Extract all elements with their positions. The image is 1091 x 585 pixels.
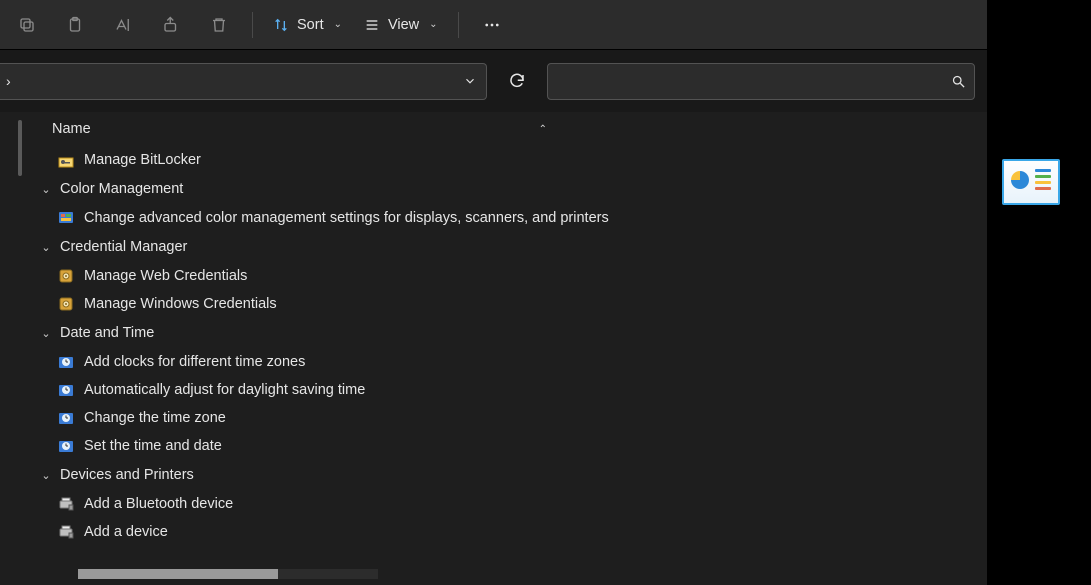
- list-item[interactable]: Manage Windows Credentials: [38, 290, 987, 318]
- delete-button: [196, 5, 242, 45]
- chevron-down-icon: ⌄: [38, 183, 54, 196]
- ellipsis-icon: [483, 16, 501, 34]
- chevron-down-icon: [463, 74, 477, 88]
- search-icon[interactable]: [951, 74, 966, 89]
- sort-indicator-asc-icon: ⌃: [539, 124, 547, 135]
- rename-button: [100, 5, 146, 45]
- vault-icon: [58, 296, 74, 312]
- toolbar-separator: [458, 12, 459, 38]
- address-row: ›: [0, 50, 987, 112]
- address-history-button[interactable]: [456, 66, 484, 96]
- address-path[interactable]: ›: [0, 73, 456, 89]
- clock-icon: [58, 438, 74, 454]
- share-icon: [162, 16, 180, 34]
- list-item-label: Add a device: [84, 524, 168, 540]
- group-label: Credential Manager: [60, 239, 187, 255]
- group-label: Date and Time: [60, 325, 154, 341]
- sort-icon: [273, 17, 289, 33]
- horizontal-scrollbar-thumb[interactable]: [78, 569, 278, 579]
- paste-button: [52, 5, 98, 45]
- search-bar[interactable]: [547, 63, 975, 100]
- list-item[interactable]: Manage BitLocker: [38, 146, 987, 174]
- nav-pane-handle[interactable]: [0, 112, 28, 585]
- group-label: Devices and Printers: [60, 467, 194, 483]
- clock-icon: [58, 382, 74, 398]
- clock-icon: [58, 354, 74, 370]
- rename-icon: [113, 16, 133, 34]
- list-item-label: Automatically adjust for daylight saving…: [84, 382, 365, 398]
- trash-icon: [210, 16, 228, 34]
- explorer-window: Sort ⌄ View ⌄ ›: [0, 0, 987, 585]
- device-icon: [58, 496, 74, 512]
- group-header[interactable]: ⌄ Credential Manager: [38, 232, 987, 262]
- list-item-label: Manage Windows Credentials: [84, 296, 277, 312]
- refresh-icon: [508, 72, 526, 90]
- list-item-label: Set the time and date: [84, 438, 222, 454]
- group-header[interactable]: ⌄ Devices and Printers: [38, 460, 987, 490]
- toolbar: Sort ⌄ View ⌄: [0, 0, 987, 50]
- share-button: [148, 5, 194, 45]
- chevron-down-icon: ⌄: [38, 327, 54, 340]
- list-item[interactable]: Add a device: [38, 518, 987, 546]
- list-item[interactable]: Add a Bluetooth device: [38, 490, 987, 518]
- chevron-down-icon: ⌄: [334, 19, 342, 30]
- more-button[interactable]: [469, 5, 515, 45]
- list-item-label: Add a Bluetooth device: [84, 496, 233, 512]
- clock-icon: [58, 410, 74, 426]
- chevron-down-icon: ⌄: [38, 469, 54, 482]
- address-bar[interactable]: ›: [0, 63, 487, 100]
- group-label: Color Management: [60, 181, 183, 197]
- group-header[interactable]: ⌄ Color Management: [38, 174, 987, 204]
- list-item-label: Change advanced color management setting…: [84, 210, 609, 226]
- device-icon: [58, 524, 74, 540]
- file-list-panel: Name ⌃ Manage BitLocker ⌄ Color Management…: [28, 112, 987, 585]
- chevron-down-icon: ⌄: [38, 241, 54, 254]
- list-item[interactable]: Add clocks for different time zones: [38, 348, 987, 376]
- vault-icon: [58, 268, 74, 284]
- paste-icon: [66, 16, 84, 34]
- group-header[interactable]: ⌄ Date and Time: [38, 318, 987, 348]
- control-panel-icon: [1009, 167, 1053, 197]
- list-item[interactable]: Change advanced color management setting…: [38, 204, 987, 232]
- list-item-label: Manage BitLocker: [84, 152, 201, 168]
- list-item[interactable]: Change the time zone: [38, 404, 987, 432]
- control-panel-desktop-icon[interactable]: [1002, 159, 1060, 205]
- list-item-label: Add clocks for different time zones: [84, 354, 305, 370]
- view-button[interactable]: View ⌄: [354, 5, 448, 45]
- view-label: View: [388, 17, 419, 33]
- toolbar-separator: [252, 12, 253, 38]
- chevron-down-icon: ⌄: [429, 19, 437, 30]
- content-area: Name ⌃ Manage BitLocker ⌄ Color Management…: [0, 112, 987, 585]
- search-input[interactable]: [556, 73, 951, 89]
- list-item[interactable]: Automatically adjust for daylight saving…: [38, 376, 987, 404]
- items-list[interactable]: Manage BitLocker ⌄ Color Management Change …: [28, 146, 987, 585]
- column-header-label: Name: [52, 121, 91, 137]
- copy-icon: [18, 16, 36, 34]
- view-icon: [364, 17, 380, 33]
- list-item[interactable]: Manage Web Credentials: [38, 262, 987, 290]
- column-header-name[interactable]: Name ⌃: [28, 112, 987, 146]
- color-icon: [58, 210, 74, 226]
- refresh-button[interactable]: [499, 63, 535, 99]
- sort-button[interactable]: Sort ⌄: [263, 5, 352, 45]
- list-item-label: Change the time zone: [84, 410, 226, 426]
- copy-button: [4, 5, 50, 45]
- horizontal-scrollbar[interactable]: [78, 569, 378, 579]
- list-item-label: Manage Web Credentials: [84, 268, 247, 284]
- list-item[interactable]: Set the time and date: [38, 432, 987, 460]
- bitlocker-icon: [58, 152, 74, 168]
- sort-label: Sort: [297, 17, 324, 33]
